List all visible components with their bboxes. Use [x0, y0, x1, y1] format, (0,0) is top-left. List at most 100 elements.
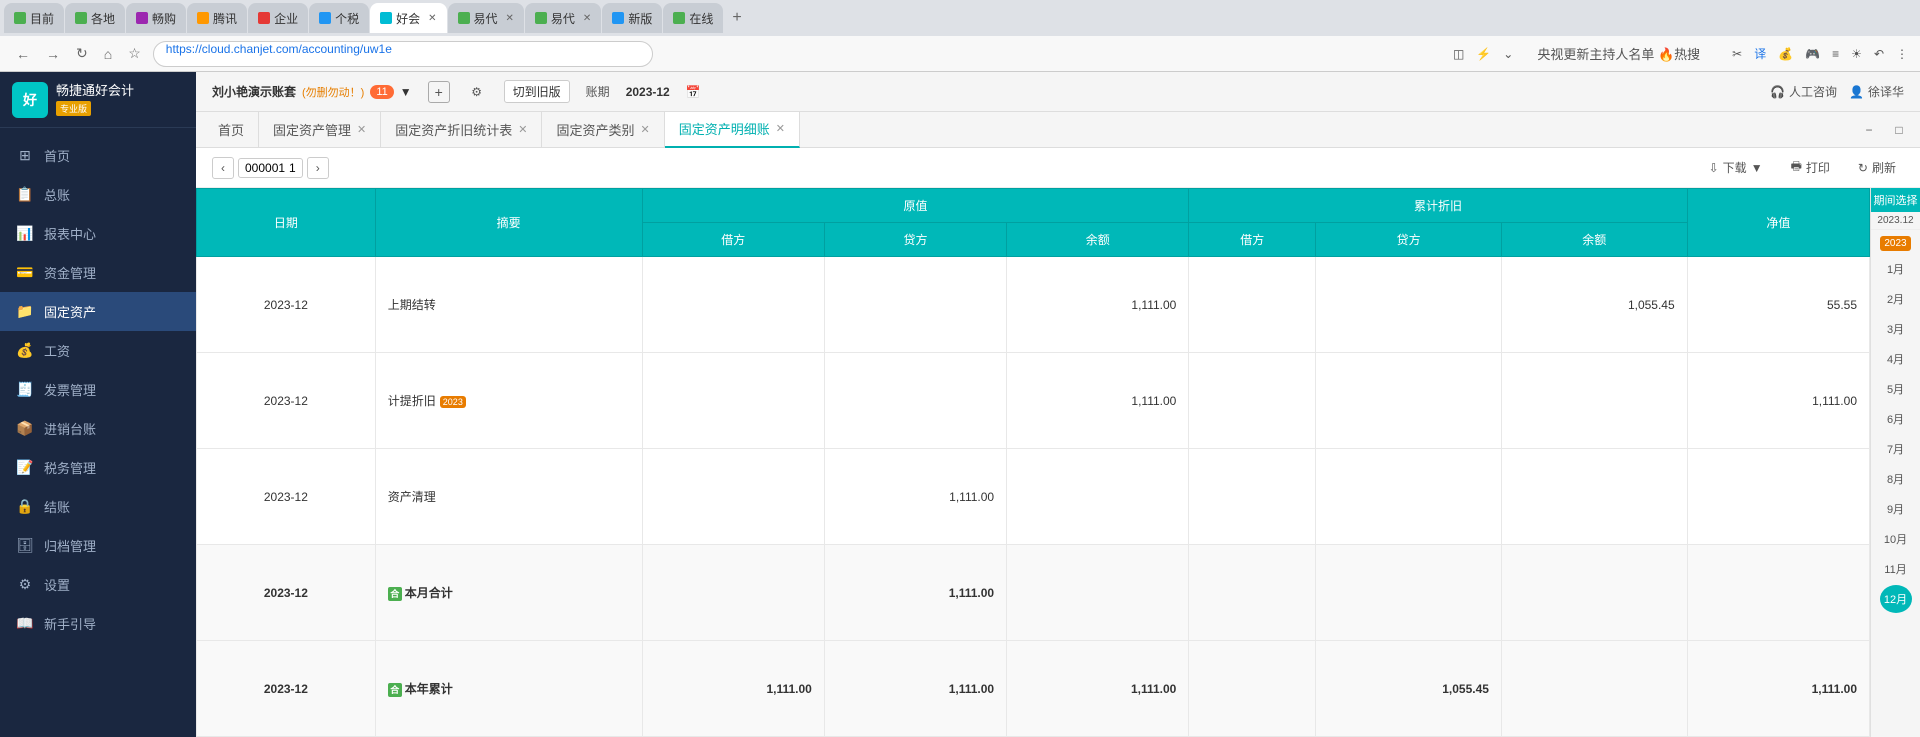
game-icon[interactable]: 🎮: [1805, 47, 1820, 61]
sidebar-icon-guide: 📖: [16, 615, 34, 633]
page-tab-close-fixed_asset_mgmt[interactable]: ✕: [357, 123, 366, 136]
address-bar: ← → ↻ ⌂ ☆ https://cloud.chanjet.com/acco…: [0, 36, 1920, 72]
cell-summary: 计提折旧2023: [375, 353, 642, 449]
browser-tab-t1[interactable]: 在线: [663, 3, 723, 33]
expand-panel-button[interactable]: □: [1886, 117, 1912, 143]
settings-icon[interactable]: ⚙: [466, 81, 488, 103]
new-tab-button[interactable]: +: [724, 9, 749, 27]
period-month-4月[interactable]: 4月: [1880, 345, 1912, 373]
table-row: 2023-12 上期结转 1,111.00 1,055.45 55.55: [197, 257, 1870, 353]
period-month-10月[interactable]: 10月: [1880, 525, 1912, 553]
switch-version-button[interactable]: 切到旧版: [504, 80, 570, 103]
lightning-icon[interactable]: ⚡: [1476, 47, 1491, 61]
home-browser-button[interactable]: ⌂: [100, 46, 116, 62]
browser-tab-t3[interactable]: 易代 ✕: [525, 3, 601, 33]
period-month-3月[interactable]: 3月: [1880, 315, 1912, 343]
undo-icon[interactable]: ↶: [1874, 47, 1884, 61]
sidebar-item-archive[interactable]: 🗄 归档管理: [0, 526, 196, 565]
favicon-t2: [612, 12, 624, 24]
dropdown-icon[interactable]: ⌄: [1503, 47, 1513, 61]
page-tab-fixed_asset_cat[interactable]: 固定资产类别 ✕: [542, 112, 664, 148]
page-num: 1: [289, 161, 296, 175]
page-tab-fixed_asset_detail[interactable]: 固定资产明细账 ✕: [665, 112, 800, 148]
page-tab-close-fixed_asset_detail[interactable]: ✕: [776, 122, 785, 135]
browser-tab-t2[interactable]: 新版: [602, 3, 662, 33]
browser-tab-t7[interactable]: 企业: [248, 3, 308, 33]
sidebar-label-funds: 资金管理: [44, 263, 96, 282]
sidebar-item-inventory[interactable]: 📦 进销台账: [0, 409, 196, 448]
refresh-browser-button[interactable]: ↻: [72, 45, 92, 62]
period-label: 账期: [586, 83, 610, 100]
user-avatar[interactable]: 👤 徐译华: [1849, 83, 1904, 100]
address-input[interactable]: https://cloud.chanjet.com/accounting/uw1…: [153, 41, 653, 67]
tab-close-t3[interactable]: ✕: [583, 13, 591, 24]
table-row: 2023-12 合本月合计 1,111.00: [197, 545, 1870, 641]
minimize-panel-button[interactable]: −: [1856, 117, 1882, 143]
page-input[interactable]: 000001 1: [238, 158, 303, 178]
tab-close-t5[interactable]: ✕: [428, 13, 436, 24]
cut-icon[interactable]: ✂: [1732, 47, 1742, 61]
page-tab-home[interactable]: 首页: [204, 112, 259, 148]
forward-button[interactable]: →: [42, 46, 64, 62]
bookmark-button[interactable]: ☆: [124, 45, 145, 62]
period-year-badge[interactable]: 2023: [1880, 236, 1910, 251]
sidebar-item-fixed_assets[interactable]: 📁 固定资产: [0, 292, 196, 331]
download-button[interactable]: ⇩ 下载 ▼: [1701, 156, 1771, 179]
prev-page-button[interactable]: ‹: [212, 157, 234, 179]
extensions-icon[interactable]: ◫: [1453, 47, 1464, 61]
cell-orig-debit: [642, 257, 824, 353]
sidebar-item-settings[interactable]: ⚙ 设置: [0, 565, 196, 604]
sidebar-item-guide[interactable]: 📖 新手引导: [0, 604, 196, 643]
refresh-button[interactable]: ↻ 刷新: [1850, 156, 1904, 179]
period-month-2月[interactable]: 2月: [1880, 285, 1912, 313]
cell-accum-balance: [1501, 449, 1687, 545]
browser-tab-t10[interactable]: 各地: [65, 3, 125, 33]
translate-icon[interactable]: 译: [1754, 45, 1766, 62]
period-month-12月[interactable]: 12月: [1880, 585, 1912, 613]
sun-icon[interactable]: ☀: [1851, 47, 1862, 61]
period-month-8月[interactable]: 8月: [1880, 465, 1912, 493]
grid-icon[interactable]: ≡: [1832, 47, 1839, 61]
browser-tab-t4[interactable]: 易代 ✕: [448, 3, 524, 33]
sidebar-item-ledger[interactable]: 📋 总账: [0, 175, 196, 214]
print-button[interactable]: 🖶 打印: [1783, 154, 1838, 181]
cell-orig-balance: [1007, 545, 1189, 641]
period-month-7月[interactable]: 7月: [1880, 435, 1912, 463]
cell-orig-credit: [824, 353, 1006, 449]
period-month-5月[interactable]: 5月: [1880, 375, 1912, 403]
period-month-9月[interactable]: 9月: [1880, 495, 1912, 523]
sidebar-item-invoice[interactable]: 🧾 发票管理: [0, 370, 196, 409]
sidebar-label-ledger: 总账: [44, 185, 70, 204]
browser-tab-t5[interactable]: 好会 ✕: [370, 3, 446, 33]
tab-close-t4[interactable]: ✕: [506, 13, 514, 24]
cell-date: 2023-12: [197, 545, 376, 641]
sidebar-item-home[interactable]: ⊞ 首页: [0, 136, 196, 175]
browser-tab-t8[interactable]: 腾讯: [187, 3, 247, 33]
wallet-icon[interactable]: 💰: [1778, 47, 1793, 61]
service-button[interactable]: 🎧 人工咨询: [1770, 83, 1837, 100]
sidebar-icon-home: ⊞: [16, 147, 34, 165]
period-month-1月[interactable]: 1月: [1880, 255, 1912, 283]
next-page-button[interactable]: ›: [307, 157, 329, 179]
sidebar-item-close[interactable]: 🔒 结账: [0, 487, 196, 526]
page-tab-close-fixed_asset_cat[interactable]: ✕: [641, 123, 650, 136]
page-tab-close-fixed_asset_depr[interactable]: ✕: [518, 123, 527, 136]
header-right: 🎧 人工咨询 👤 徐译华: [1770, 83, 1904, 100]
add-book-button[interactable]: +: [428, 81, 450, 103]
browser-tab-t11[interactable]: 目前: [4, 3, 64, 33]
period-month-6月[interactable]: 6月: [1880, 405, 1912, 433]
period-month-11月[interactable]: 11月: [1880, 555, 1912, 583]
cell-date: 2023-12: [197, 257, 376, 353]
calendar-icon[interactable]: 📅: [686, 85, 701, 99]
back-button[interactable]: ←: [12, 46, 34, 62]
page-tab-fixed_asset_depr[interactable]: 固定资产折旧统计表 ✕: [381, 112, 542, 148]
browser-tab-t6[interactable]: 个税: [309, 3, 369, 33]
sidebar-item-funds[interactable]: 💳 资金管理: [0, 253, 196, 292]
page-tab-fixed_asset_mgmt[interactable]: 固定资产管理 ✕: [259, 112, 381, 148]
menu-icon[interactable]: ⋮: [1896, 47, 1908, 61]
dropdown-arrow[interactable]: ▼: [400, 85, 412, 99]
sidebar-item-payroll[interactable]: 💰 工资: [0, 331, 196, 370]
sidebar-item-tax[interactable]: 📝 税务管理: [0, 448, 196, 487]
sidebar-item-reports[interactable]: 📊 报表中心: [0, 214, 196, 253]
browser-tab-t9[interactable]: 畅购: [126, 3, 186, 33]
